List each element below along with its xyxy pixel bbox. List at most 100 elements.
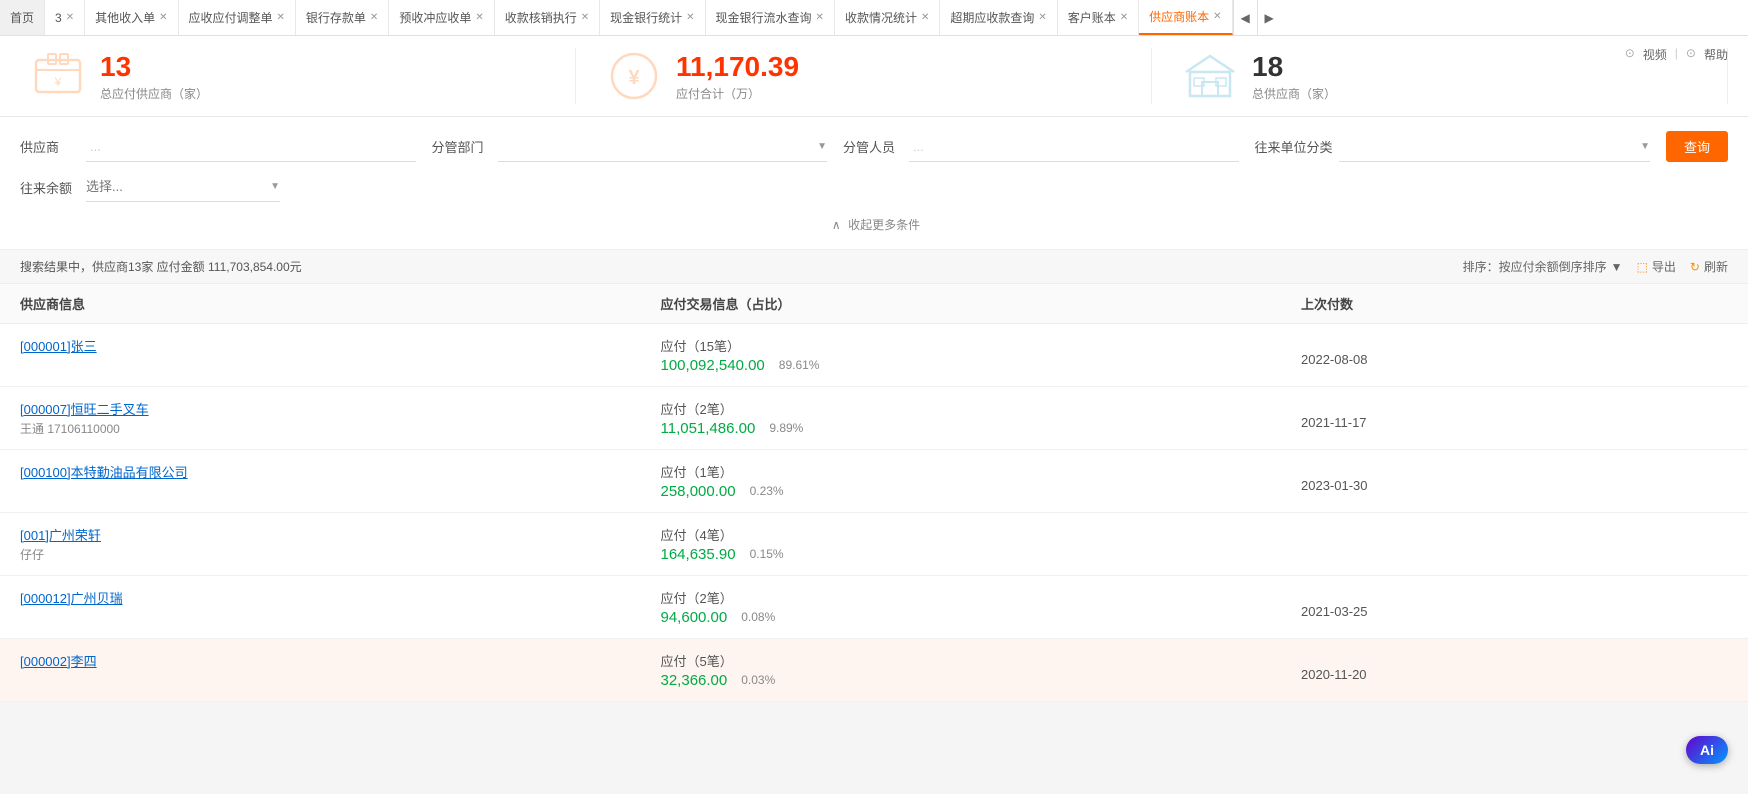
supplier-name-2[interactable]: [000007]恒旺二手叉车 xyxy=(20,402,149,417)
filter-person: 分管人员 xyxy=(843,132,1239,162)
nav-tab-home-label: 首页 xyxy=(10,9,34,26)
nav-tab-home[interactable]: 首页 xyxy=(0,0,45,35)
table-row: [000007]恒旺二手叉车 王通 17106110000 应付（2笔） 11,… xyxy=(0,387,1748,450)
col-header-supplier: 供应商信息 xyxy=(20,294,661,313)
supplier-name-4[interactable]: [001]广州荣轩 xyxy=(20,528,101,543)
export-label: 导出 xyxy=(1652,258,1676,275)
transaction-amount-1[interactable]: 100,092,540.00 xyxy=(661,357,765,374)
table-row: [000100]本特勤油品有限公司 应付（1笔） 258,000.00 0.23… xyxy=(0,450,1748,513)
transaction-info-4: 应付（4笔） 164,635.90 0.15% xyxy=(661,525,1302,563)
nav-tab-ar-adjust-label: 应收应付调整单 xyxy=(189,9,273,26)
refresh-icon: ↻ xyxy=(1690,260,1700,274)
dept-filter-select[interactable]: ▼ xyxy=(498,132,828,162)
transaction-pct-6: 0.03% xyxy=(741,673,775,687)
nav-tab-collection-stat[interactable]: 收款情况统计 ✕ xyxy=(835,0,940,35)
nav-tab-cash-bank-stat-label: 现金银行统计 xyxy=(610,9,682,26)
nav-tab-supplier-account[interactable]: 供应商账本 ✕ xyxy=(1139,0,1232,35)
dept-filter-label: 分管部门 xyxy=(432,137,492,156)
payable-icon: ¥ xyxy=(606,48,662,104)
nav-next-button[interactable]: ▶ xyxy=(1257,0,1281,35)
close-icon[interactable]: ✕ xyxy=(159,12,167,23)
query-button[interactable]: 查询 xyxy=(1666,131,1728,162)
nav-tab-advance-collect[interactable]: 预收冲应收单 ✕ xyxy=(389,0,494,35)
transaction-row-4: 164,635.90 0.15% xyxy=(661,544,1302,563)
help-link[interactable]: 帮助 xyxy=(1704,46,1728,63)
summary-card-suppliers: ¥ 13 总应付供应商（家） xyxy=(20,48,576,104)
nav-tab-cash-bank-flow[interactable]: 现金银行流水查询 ✕ xyxy=(706,0,835,35)
nav-tab-cash-bank-stat[interactable]: 现金银行统计 ✕ xyxy=(600,0,705,35)
collapse-label: 收起更多条件 xyxy=(848,218,920,232)
transaction-info-6: 应付（5笔） 32,366.00 0.03% xyxy=(661,651,1302,689)
close-icon[interactable]: ✕ xyxy=(370,12,378,23)
ai-badge[interactable]: Ai xyxy=(1686,736,1728,764)
supplier-name-6[interactable]: [000002]李四 xyxy=(20,654,97,669)
close-icon[interactable]: ✕ xyxy=(581,12,589,23)
supplier-name-5[interactable]: [000012]广州贝瑞 xyxy=(20,591,123,606)
total-suppliers-label: 总供应商（家） xyxy=(1252,85,1336,102)
filter-area: 供应商 分管部门 ▼ 分管人员 往来单位分类 ▼ 查询 xyxy=(0,117,1748,250)
close-icon[interactable]: ✕ xyxy=(277,12,285,23)
supplier-info-2: [000007]恒旺二手叉车 王通 17106110000 xyxy=(20,399,661,437)
category-filter-input[interactable] xyxy=(1339,139,1641,154)
export-button[interactable]: ⬚ 导出 xyxy=(1637,258,1676,275)
nav-tab-other-income[interactable]: 其他收入单 ✕ xyxy=(85,0,178,35)
lastpay-info-5: 2021-03-25 xyxy=(1301,588,1728,619)
transaction-row-6: 32,366.00 0.03% xyxy=(661,670,1302,689)
svg-text:¥: ¥ xyxy=(54,75,62,89)
total-payable-amount-label: 应付合计（万） xyxy=(676,85,799,102)
summary-text-suppliers: 13 总应付供应商（家） xyxy=(100,50,208,103)
close-icon[interactable]: ✕ xyxy=(1120,12,1128,23)
transaction-info-5: 应付（2笔） 94,600.00 0.08% xyxy=(661,588,1302,626)
filter-dept: 分管部门 ▼ xyxy=(432,132,828,162)
refresh-button[interactable]: ↻ 刷新 xyxy=(1690,258,1728,275)
collapse-bar[interactable]: ∧ 收起更多条件 xyxy=(20,212,1728,241)
transaction-info-1: 应付（15笔） 100,092,540.00 89.61% xyxy=(661,336,1302,374)
nav-prev-button[interactable]: ◀ xyxy=(1233,0,1257,35)
close-icon[interactable]: ✕ xyxy=(66,12,74,23)
nav-tab-ar-adjust[interactable]: 应收应付调整单 ✕ xyxy=(179,0,296,35)
nav-tab-customer-account[interactable]: 客户账本 ✕ xyxy=(1058,0,1139,35)
nav-tab-3[interactable]: 3 ✕ xyxy=(45,0,85,35)
close-icon[interactable]: ✕ xyxy=(475,12,483,23)
transaction-row-5: 94,600.00 0.08% xyxy=(661,607,1302,626)
nav-tab-customer-account-label: 客户账本 xyxy=(1068,9,1116,26)
lastpay-info-2: 2021-11-17 xyxy=(1301,399,1728,430)
transaction-amount-4[interactable]: 164,635.90 xyxy=(661,546,736,563)
nav-tab-overdue-collect[interactable]: 超期应收款查询 ✕ xyxy=(940,0,1057,35)
transaction-row-2: 11,051,486.00 9.89% xyxy=(661,418,1302,437)
sort-select[interactable]: 排序：按应付余额倒序排序 ▼ xyxy=(1463,258,1623,275)
nav-tab-bank-deposit[interactable]: 银行存款单 ✕ xyxy=(296,0,389,35)
filter-category: 往来单位分类 ▼ xyxy=(1255,132,1651,162)
result-summary-text: 搜索结果中，供应商13家 应付金额 111,703,854.00元 xyxy=(20,258,302,275)
transaction-amount-2[interactable]: 11,051,486.00 xyxy=(661,420,756,437)
filter-balance: 往来余额 ▼ xyxy=(20,172,280,202)
close-icon[interactable]: ✕ xyxy=(816,12,824,23)
table-row: [000002]李四 应付（5笔） 32,366.00 0.03% 2020-1… xyxy=(0,639,1748,702)
transaction-label-2: 应付（2笔） xyxy=(661,399,1302,418)
close-icon[interactable]: ✕ xyxy=(1038,12,1046,23)
circle-icon2: ⊙ xyxy=(1686,46,1696,63)
table-body: [000001]张三 应付（15笔） 100,092,540.00 89.61%… xyxy=(0,324,1748,702)
nav-tab-collection-exec[interactable]: 收款核销执行 ✕ xyxy=(495,0,600,35)
summary-text-payable: 11,170.39 应付合计（万） xyxy=(676,50,799,103)
transaction-amount-5[interactable]: 94,600.00 xyxy=(661,609,728,626)
close-icon[interactable]: ✕ xyxy=(921,12,929,23)
supplier-filter-input[interactable] xyxy=(86,132,416,162)
transaction-amount-6[interactable]: 32,366.00 xyxy=(661,672,728,689)
close-icon[interactable]: ✕ xyxy=(686,12,694,23)
nav-tab-3-label: 3 xyxy=(55,11,62,25)
person-filter-input[interactable] xyxy=(909,132,1239,162)
transaction-amount-3[interactable]: 258,000.00 xyxy=(661,483,736,500)
transaction-pct-3: 0.23% xyxy=(750,484,784,498)
dept-filter-input[interactable] xyxy=(498,139,818,154)
balance-filter-input[interactable] xyxy=(86,179,270,194)
supplier-name-1[interactable]: [000001]张三 xyxy=(20,339,97,354)
export-icon: ⬚ xyxy=(1637,260,1648,274)
top-navigation: 首页 3 ✕ 其他收入单 ✕ 应收应付调整单 ✕ 银行存款单 ✕ 预收冲应收单 … xyxy=(0,0,1748,36)
balance-filter-select[interactable]: ▼ xyxy=(86,172,280,202)
filter-supplier: 供应商 xyxy=(20,132,416,162)
category-filter-select[interactable]: ▼ xyxy=(1339,132,1650,162)
video-link[interactable]: 视频 xyxy=(1643,46,1667,63)
supplier-name-3[interactable]: [000100]本特勤油品有限公司 xyxy=(20,465,188,480)
close-icon[interactable]: ✕ xyxy=(1213,11,1221,22)
